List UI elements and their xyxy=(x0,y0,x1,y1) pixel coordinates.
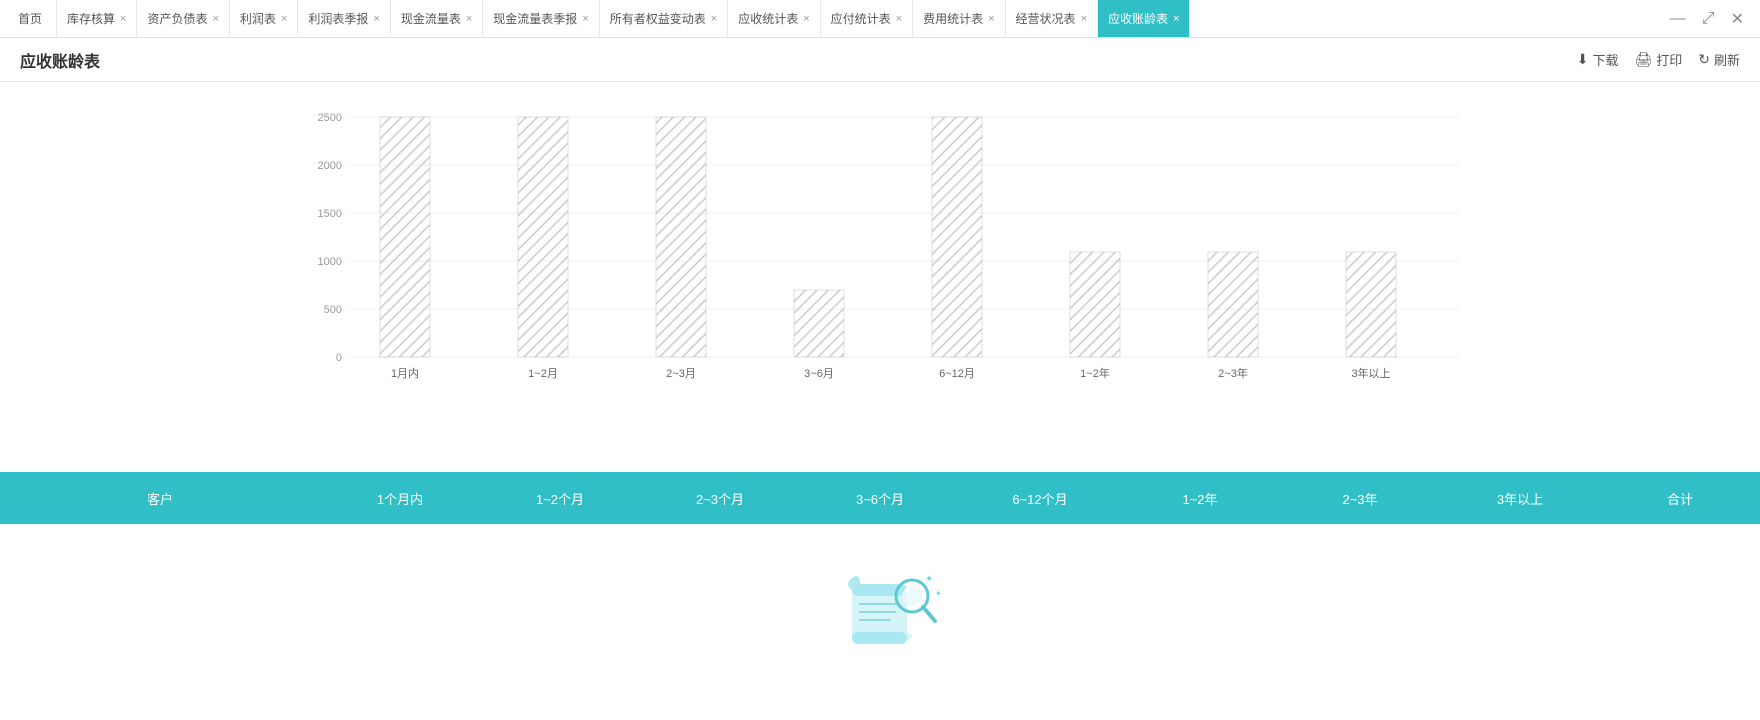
tab-label: 费用统计表 xyxy=(923,10,983,27)
download-button[interactable]: ⬇ 下载 xyxy=(1577,50,1619,69)
table-header: 客户 1个月内 1~2个月 2~3个月 3~6个月 6~12个月 1~2年 2~… xyxy=(0,472,1760,524)
print-icon: 🖨 xyxy=(1634,51,1652,68)
tab-feiyong[interactable]: 费用统计表 × xyxy=(913,0,1005,38)
close-icon[interactable]: × xyxy=(1173,13,1179,25)
tab-label: 应付统计表 xyxy=(831,10,891,27)
th-3year-plus: 3年以上 xyxy=(1440,489,1600,508)
tab-label: 经营状况表 xyxy=(1016,10,1076,27)
th-1month: 1个月内 xyxy=(320,489,480,508)
tab-zichan[interactable]: 资产负债表 × xyxy=(137,0,229,38)
close-icon[interactable]: × xyxy=(373,13,379,25)
th-3-6month: 3~6个月 xyxy=(800,489,960,508)
tab-suoyou[interactable]: 所有者权益变动表 × xyxy=(600,0,728,38)
svg-text:1500: 1500 xyxy=(318,208,342,220)
svg-text:2~3年: 2~3年 xyxy=(1218,366,1248,380)
close-icon[interactable]: × xyxy=(988,13,994,25)
minimize-icon[interactable]: — xyxy=(1666,8,1690,30)
tab-label: 现金流量表 xyxy=(401,10,461,27)
tab-label: 所有者权益变动表 xyxy=(610,10,706,27)
tab-jingying[interactable]: 经营状况表 × xyxy=(1006,0,1098,38)
tab-label: 应收账龄表 xyxy=(1108,10,1168,27)
window-close-icon[interactable]: ✕ xyxy=(1727,7,1748,31)
svg-text:✦: ✦ xyxy=(935,589,942,598)
svg-text:2500: 2500 xyxy=(318,112,342,124)
page-title: 应收账龄表 xyxy=(20,48,100,72)
tab-lirun[interactable]: 利润表 × xyxy=(230,0,298,38)
th-6-12month: 6~12个月 xyxy=(960,489,1120,508)
bar-3year-plus xyxy=(1346,252,1396,357)
th-2-3month: 2~3个月 xyxy=(640,489,800,508)
tab-xianjin-jibao[interactable]: 现金流量表季报 × xyxy=(483,0,599,38)
close-icon[interactable]: × xyxy=(896,13,902,25)
bar-1-2month xyxy=(518,117,568,357)
chart-area: 2500 2000 1500 1000 500 0 1月内 1~2月 2~3月 … xyxy=(0,82,1760,472)
svg-text:2~3月: 2~3月 xyxy=(666,368,696,380)
close-icon[interactable]: × xyxy=(711,13,717,25)
tab-label: 应收统计表 xyxy=(738,10,798,27)
svg-text:3~6月: 3~6月 xyxy=(804,368,834,380)
close-icon[interactable]: × xyxy=(803,13,809,25)
svg-text:2000: 2000 xyxy=(318,160,342,172)
svg-text:500: 500 xyxy=(324,304,342,316)
th-1-2month: 1~2个月 xyxy=(480,489,640,508)
tab-xianjin[interactable]: 现金流量表 × xyxy=(391,0,483,38)
bar-2-3year xyxy=(1208,252,1258,357)
tab-bar: 首页 库存核算 × 资产负债表 × 利润表 × 利润表季报 × 现金流量表 × … xyxy=(0,0,1760,38)
close-icon[interactable]: × xyxy=(582,13,588,25)
refresh-icon: ↻ xyxy=(1698,51,1710,68)
svg-text:1~2年: 1~2年 xyxy=(1080,366,1110,380)
close-icon[interactable]: × xyxy=(281,13,287,25)
close-icon[interactable]: × xyxy=(1081,13,1087,25)
tab-label: 利润表季报 xyxy=(308,10,368,27)
svg-text:6~12月: 6~12月 xyxy=(939,368,975,380)
bar-2-3month xyxy=(656,117,706,357)
tab-yingshou-zl[interactable]: 应收账龄表 × xyxy=(1098,0,1190,38)
tab-label: 现金流量表季报 xyxy=(493,10,577,27)
header-actions: ⬇ 下载 🖨 打印 ↻ 刷新 xyxy=(1577,50,1740,69)
tab-label: 资产负债表 xyxy=(147,10,207,27)
th-2-3year: 2~3年 xyxy=(1280,489,1440,508)
svg-text:1~2月: 1~2月 xyxy=(528,368,558,380)
main-content: 2500 2000 1500 1000 500 0 1月内 1~2月 2~3月 … xyxy=(0,82,1760,720)
tab-yingfu-tj[interactable]: 应付统计表 × xyxy=(821,0,913,38)
empty-state: ✦ ✦ xyxy=(0,524,1760,654)
print-button[interactable]: 🖨 打印 xyxy=(1634,50,1682,69)
th-1-2year: 1~2年 xyxy=(1120,489,1280,508)
svg-text:1000: 1000 xyxy=(318,256,342,268)
tab-lirun-jibao[interactable]: 利润表季报 × xyxy=(298,0,390,38)
svg-text:✦: ✦ xyxy=(925,574,933,585)
tab-home[interactable]: 首页 xyxy=(4,0,57,38)
refresh-button[interactable]: ↻ 刷新 xyxy=(1698,50,1740,69)
close-icon[interactable]: × xyxy=(466,13,472,25)
tab-label: 利润表 xyxy=(240,10,276,27)
empty-illustration: ✦ ✦ xyxy=(830,554,930,634)
page-header: 应收账龄表 ⬇ 下载 🖨 打印 ↻ 刷新 xyxy=(0,38,1760,82)
th-total: 合计 xyxy=(1600,489,1760,508)
bar-chart: 2500 2000 1500 1000 500 0 1月内 1~2月 2~3月 … xyxy=(40,102,1720,402)
empty-svg: ✦ ✦ xyxy=(830,554,950,654)
close-icon[interactable]: × xyxy=(212,13,218,25)
bar-1-2year xyxy=(1070,252,1120,357)
svg-text:0: 0 xyxy=(336,352,342,364)
svg-text:3年以上: 3年以上 xyxy=(1351,366,1390,380)
tab-yingshou-tj[interactable]: 应收统计表 × xyxy=(728,0,820,38)
maximize-icon[interactable]: ⤢ xyxy=(1698,8,1719,30)
tab-label: 库存核算 xyxy=(67,10,115,27)
th-customer: 客户 xyxy=(0,489,320,508)
svg-text:1月内: 1月内 xyxy=(391,366,419,380)
bar-6-12month xyxy=(932,117,982,357)
download-icon: ⬇ xyxy=(1577,51,1589,68)
bar-1month xyxy=(380,117,430,357)
bar-3-6month xyxy=(794,290,844,357)
tab-bar-right: — ⤢ ✕ xyxy=(1666,7,1756,31)
tab-kucun[interactable]: 库存核算 × xyxy=(57,0,137,38)
close-icon[interactable]: × xyxy=(120,13,126,25)
